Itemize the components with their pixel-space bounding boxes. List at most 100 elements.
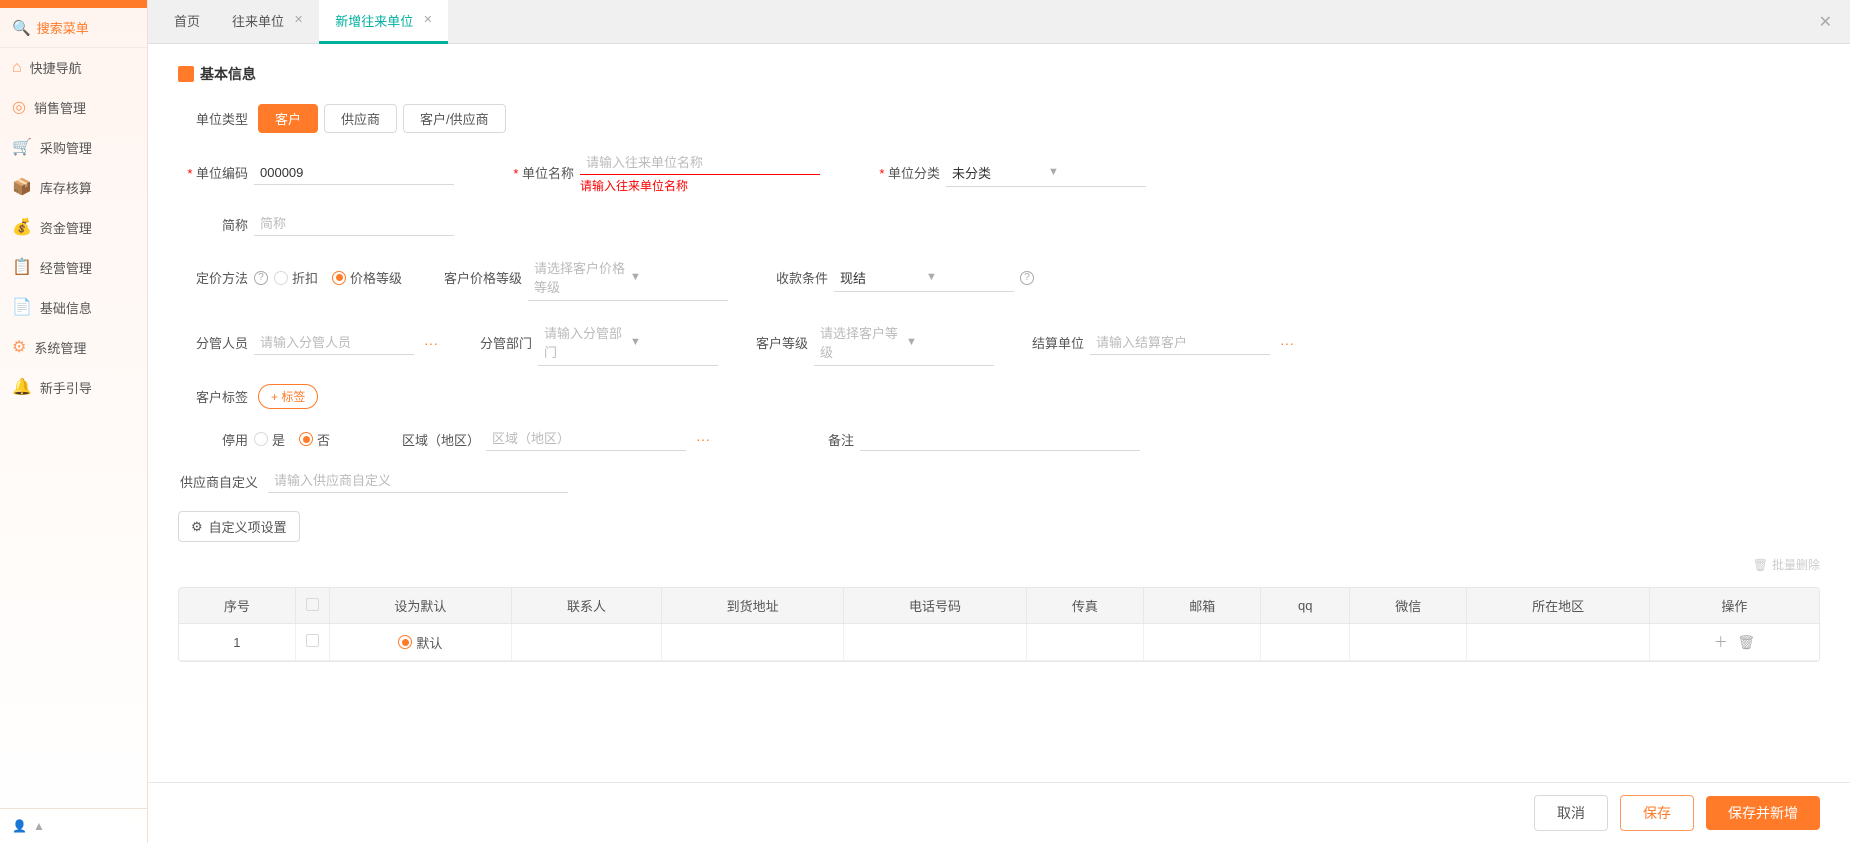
table-row: 1 默认 (179, 624, 1819, 661)
payment-terms-label: 收款条件 (768, 268, 828, 287)
row-checkbox-box[interactable] (306, 634, 319, 647)
radio-price-level-label: 价格等级 (350, 268, 402, 287)
row-default-label: 默认 (416, 633, 442, 652)
search-menu-label: 搜索菜单 (37, 18, 89, 37)
unit-info-row: 单位编码 单位名称 请输入往来单位名称 单位分类 未分类 ▼ (178, 151, 1820, 194)
sidebar-item-sales[interactable]: ◎ 销售管理 (0, 87, 147, 127)
sidebar-item-label: 采购管理 (40, 138, 92, 157)
department-select[interactable]: 请输入分管部门 ▼ (538, 319, 718, 366)
disabled-row: 停用 是 否 区域（地区） ··· 备注 (178, 427, 1820, 451)
customer-price-level-select[interactable]: 请选择客户价格等级 ▼ (528, 254, 728, 301)
row-checkbox (295, 624, 329, 661)
custom-settings-label: 自定义项设置 (209, 517, 287, 536)
inventory-icon: 📦 (12, 177, 32, 197)
settlement-input[interactable] (1090, 331, 1270, 355)
home-icon: ⌂ (12, 59, 22, 77)
supplier-custom-row: 供应商自定义 (178, 469, 1820, 493)
tab-partner-list-close[interactable]: ✕ (294, 15, 303, 26)
custom-settings-button[interactable]: ⚙ 自定义项设置 (178, 511, 300, 542)
header-checkbox[interactable] (306, 598, 319, 611)
radio-discount[interactable]: 折扣 (274, 268, 318, 287)
radio-price-level-circle (332, 271, 346, 285)
settlement-label: 结算单位 (1024, 333, 1084, 352)
settings-gear-icon: ⚙ (191, 519, 203, 535)
tab-new-partner[interactable]: 新增往来单位 ✕ (319, 0, 448, 44)
region-more-btn[interactable]: ··· (692, 431, 714, 447)
contacts-table-element: 序号 设为默认 联系人 到货地址 电话号码 传真 邮箱 qq 微信 所在地区 (179, 588, 1819, 661)
payment-terms-help-icon[interactable]: ? (1020, 271, 1034, 285)
th-action: 操作 (1649, 588, 1819, 624)
radio-discount-label: 折扣 (292, 268, 318, 287)
row-fax (1026, 624, 1143, 661)
sidebar-item-label: 经营管理 (40, 258, 92, 277)
unit-category-label: 单位分类 (870, 163, 940, 182)
unit-type-both[interactable]: 客户/供应商 (403, 104, 506, 133)
customer-level-item: 客户等级 请选择客户等级 ▼ (748, 319, 994, 366)
main-area: 首页 往来单位 ✕ 新增往来单位 ✕ ✕ 基本信息 单位类型 客户 供应商 客户… (148, 0, 1850, 843)
table-header-row: 序号 设为默认 联系人 到货地址 电话号码 传真 邮箱 qq 微信 所在地区 (179, 588, 1819, 624)
section-title: 基本信息 (200, 64, 256, 84)
sidebar-item-basic[interactable]: 📄 基础信息 (0, 287, 147, 327)
unit-category-select[interactable]: 未分类 ▼ (946, 159, 1146, 187)
supplier-custom-input[interactable] (268, 469, 568, 493)
tab-new-partner-close[interactable]: ✕ (423, 15, 432, 26)
search-icon: 🔍 (12, 19, 31, 37)
th-phone: 电话号码 (844, 588, 1026, 624)
department-arrow: ▼ (630, 336, 712, 348)
th-contact: 联系人 (512, 588, 662, 624)
radio-price-level[interactable]: 价格等级 (332, 268, 402, 287)
tab-home-label: 首页 (174, 11, 200, 30)
manager-more-btn[interactable]: ··· (420, 335, 442, 351)
remark-label: 备注 (784, 430, 854, 449)
save-new-button[interactable]: 保存并新增 (1706, 796, 1820, 830)
customer-level-select[interactable]: 请选择客户等级 ▼ (814, 319, 994, 366)
sidebar-item-operation[interactable]: 📋 经营管理 (0, 247, 147, 287)
short-name-label: 简称 (178, 215, 248, 234)
th-address: 到货地址 (661, 588, 843, 624)
add-tag-label: + 标签 (271, 388, 305, 405)
row-delete-icon[interactable]: 🗑 (1734, 634, 1758, 650)
region-input[interactable] (486, 427, 686, 451)
sidebar-item-finance[interactable]: 💰 资金管理 (0, 207, 147, 247)
batch-delete-area: 🗑 批量删除 (178, 552, 1820, 577)
pricing-help-icon[interactable]: ? (254, 271, 268, 285)
tab-partner-list[interactable]: 往来单位 ✕ (216, 0, 319, 44)
manager-item: 分管人员 ··· (178, 331, 442, 355)
row-wechat (1350, 624, 1467, 661)
unit-type-supplier[interactable]: 供应商 (324, 104, 397, 133)
remark-input[interactable] (860, 427, 1140, 451)
payment-terms-select[interactable]: 现结 ▼ (834, 264, 1014, 292)
unit-code-input[interactable] (254, 161, 454, 185)
th-seq: 序号 (179, 588, 295, 624)
row-add-icon[interactable]: ＋ (1711, 634, 1731, 650)
sidebar-item-quick-nav[interactable]: ⌂ 快捷导航 (0, 48, 147, 87)
sidebar-item-newbie[interactable]: 🔔 新手引导 (0, 367, 147, 407)
radio-yes[interactable]: 是 (254, 430, 285, 449)
add-tag-button[interactable]: + 标签 (258, 384, 318, 409)
tab-new-partner-label: 新增往来单位 (335, 11, 413, 30)
sidebar-item-purchase[interactable]: 🛒 采购管理 (0, 127, 147, 167)
region-label: 区域（地区） (400, 430, 480, 449)
unit-category-item: 单位分类 未分类 ▼ (870, 159, 1146, 187)
tab-home[interactable]: 首页 (158, 0, 216, 44)
cancel-button[interactable]: 取消 (1534, 795, 1608, 831)
manager-input[interactable] (254, 331, 414, 355)
radio-discount-circle (274, 271, 288, 285)
row-default-radio[interactable]: 默认 (340, 633, 501, 652)
batch-delete-label[interactable]: 批量删除 (1772, 556, 1820, 573)
unit-type-customer[interactable]: 客户 (258, 104, 318, 133)
row-address (661, 624, 843, 661)
short-name-input[interactable] (254, 212, 454, 236)
sidebar-item-system[interactable]: ⚙ 系统管理 (0, 327, 147, 367)
search-menu-button[interactable]: 🔍 搜索菜单 (0, 8, 147, 48)
settlement-more-btn[interactable]: ··· (1276, 335, 1298, 351)
unit-name-input[interactable] (580, 151, 820, 175)
unit-name-item: 单位名称 请输入往来单位名称 (504, 151, 820, 194)
radio-no[interactable]: 否 (299, 430, 330, 449)
row-contact (512, 624, 662, 661)
sidebar-item-inventory[interactable]: 📦 库存核算 (0, 167, 147, 207)
purchase-icon: 🛒 (12, 137, 32, 157)
customer-price-level-item: 客户价格等级 请选择客户价格等级 ▼ (442, 254, 728, 301)
tab-bar-close-all[interactable]: ✕ (1811, 8, 1840, 36)
save-button[interactable]: 保存 (1620, 795, 1694, 831)
